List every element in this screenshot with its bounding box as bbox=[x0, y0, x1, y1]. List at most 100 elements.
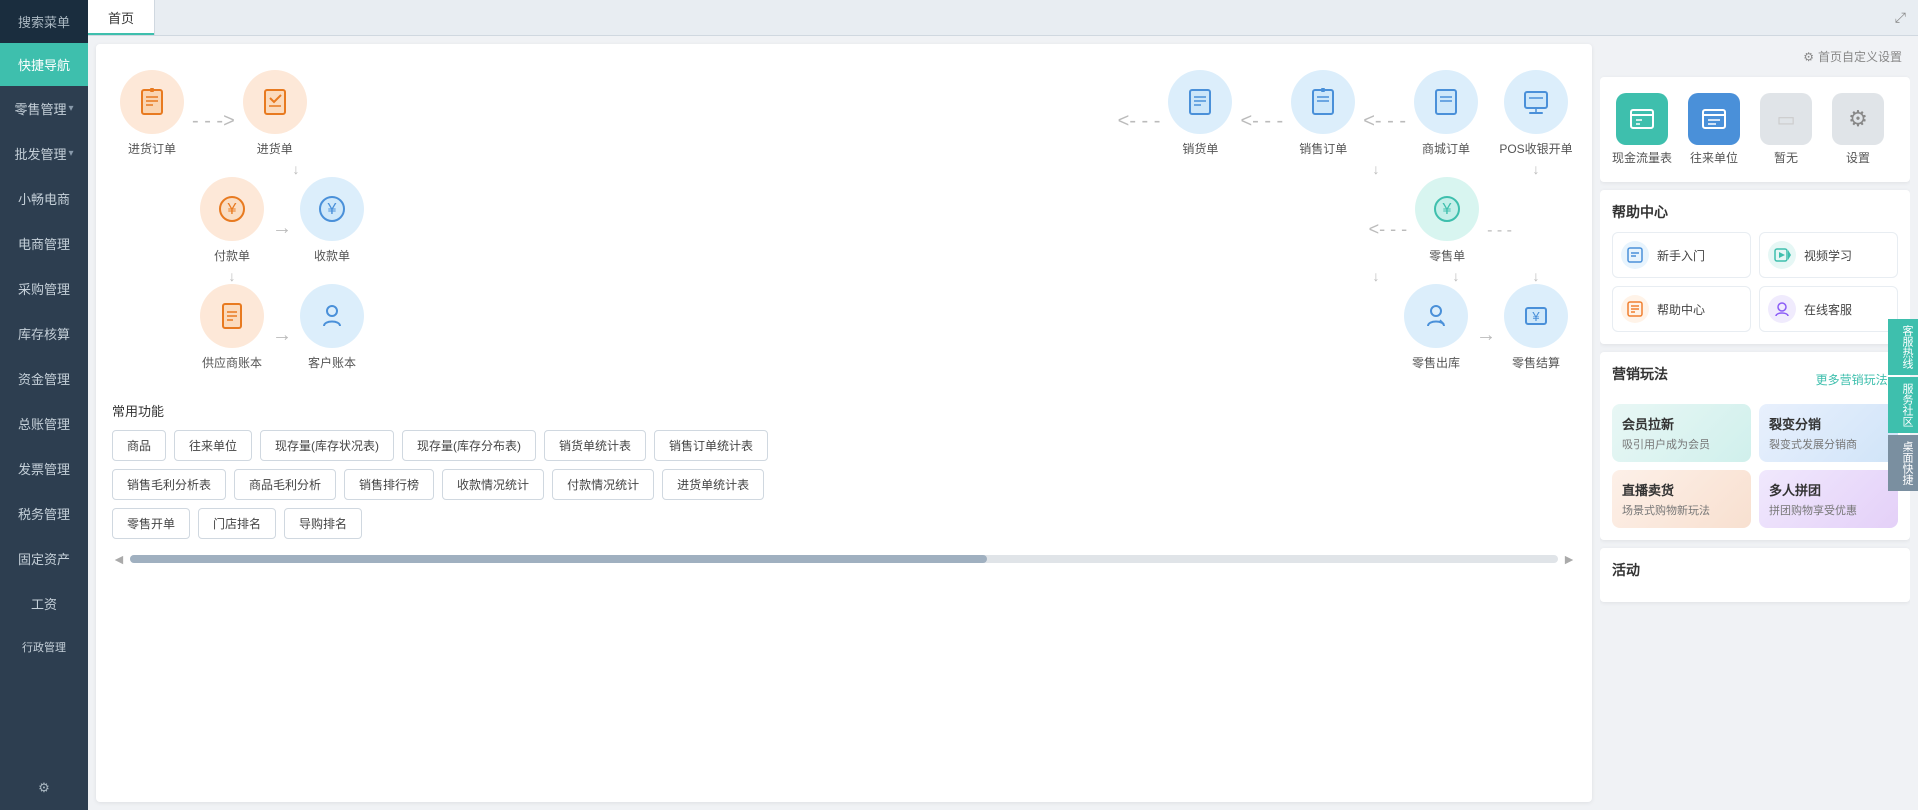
node-label-retail-settle: 零售结算 bbox=[1512, 354, 1560, 371]
help-icon-video bbox=[1768, 241, 1796, 269]
func-btn-goods[interactable]: 商品 bbox=[112, 430, 166, 461]
sidebar-gear-button[interactable]: ⚙ bbox=[0, 766, 88, 810]
help-icon-center bbox=[1621, 295, 1649, 323]
customize-bar[interactable]: ⚙ 首页自定义设置 bbox=[1600, 44, 1910, 69]
float-btn-hotline[interactable]: 客服热线 bbox=[1888, 319, 1918, 375]
sidebar-item-inventory[interactable]: 库存核算 bbox=[0, 311, 88, 356]
marketing-subtitle-group: 拼团购物享受优惠 bbox=[1769, 502, 1888, 518]
marketing-item-fission[interactable]: 裂变分销 裂变式发展分销商 bbox=[1759, 404, 1898, 462]
marketing-more-link[interactable]: 更多营销玩法 > bbox=[1816, 371, 1898, 388]
marketing-card: 营销玩法 更多营销玩法 > 会员拉新 吸引用户成为会员 裂变分销 裂变式发展分销… bbox=[1600, 352, 1910, 540]
float-btn-community[interactable]: 服务社区 bbox=[1888, 377, 1918, 433]
node-customer-book[interactable]: 客户账本 bbox=[292, 284, 372, 371]
func-btn-receipt-stat[interactable]: 收款情况统计 bbox=[442, 469, 544, 500]
help-icon-beginner bbox=[1621, 241, 1649, 269]
node-circle-sales-slip bbox=[1168, 70, 1232, 134]
node-circle-sales-order bbox=[1291, 70, 1355, 134]
func-btn-goods-profit[interactable]: 商品毛利分析 bbox=[234, 469, 336, 500]
func-btn-sales-rank[interactable]: 销售排行榜 bbox=[344, 469, 434, 500]
activity-title: 活动 bbox=[1612, 560, 1898, 580]
scroll-track[interactable] bbox=[130, 555, 1558, 563]
func-btn-retail-order[interactable]: 零售开单 bbox=[112, 508, 190, 539]
node-circle-payment: ¥ bbox=[200, 177, 264, 241]
help-item-beginner[interactable]: 新手入门 bbox=[1612, 232, 1751, 278]
sidebar-item-retail[interactable]: 零售管理 ▾ bbox=[0, 86, 88, 131]
tab-home[interactable]: 首页 bbox=[88, 0, 155, 35]
marketing-header: 营销玩法 更多营销玩法 > bbox=[1612, 364, 1898, 394]
node-sales-slip[interactable]: 销货单 bbox=[1160, 70, 1240, 157]
content-area: 进货订单 - - -> 进货单 <- - - bbox=[88, 36, 1918, 810]
node-purchase-order[interactable]: 进货订单 bbox=[112, 70, 192, 157]
func-btn-guide-rank[interactable]: 导购排名 bbox=[284, 508, 362, 539]
func-btn-purchase-stat[interactable]: 进货单统计表 bbox=[662, 469, 764, 500]
marketing-subtitle-member: 吸引用户成为会员 bbox=[1622, 436, 1741, 452]
marketing-item-group[interactable]: 多人拼团 拼团购物享受优惠 bbox=[1759, 470, 1898, 528]
help-item-center[interactable]: 帮助中心 bbox=[1612, 286, 1751, 332]
help-grid: 新手入门 视频学习 帮助中心 bbox=[1612, 232, 1898, 332]
node-label-supplier-book: 供应商账本 bbox=[202, 354, 262, 371]
float-btn-desktop[interactable]: 桌面快捷 bbox=[1888, 435, 1918, 491]
sidebar-item-ecommerce-small[interactable]: 小畅电商 bbox=[0, 176, 88, 221]
help-center-card: 帮助中心 新手入门 视频学习 bbox=[1600, 190, 1910, 344]
shortcut-label-cashflow: 现金流量表 bbox=[1612, 149, 1672, 166]
shortcut-label-none: 暂无 bbox=[1774, 149, 1798, 166]
sidebar-item-label-invoice: 发票管理 bbox=[18, 459, 70, 478]
shortcut-cashflow[interactable]: 现金流量表 bbox=[1612, 93, 1672, 166]
node-supplier-book[interactable]: 供应商账本 bbox=[192, 284, 272, 371]
dashed-right: - - - bbox=[1487, 222, 1512, 240]
func-btn-sales-profit[interactable]: 销售毛利分析表 bbox=[112, 469, 226, 500]
sidebar-item-ledger[interactable]: 总账管理 bbox=[0, 401, 88, 446]
func-btn-sales-order-stat[interactable]: 销售订单统计表 bbox=[654, 430, 768, 461]
sidebar-item-salary[interactable]: 工资 bbox=[0, 581, 88, 626]
fullscreen-button[interactable]: ⤢ bbox=[1883, 9, 1918, 26]
func-btn-payment-stat[interactable]: 付款情况统计 bbox=[552, 469, 654, 500]
marketing-item-live[interactable]: 直播卖货 场景式购物新玩法 bbox=[1612, 470, 1751, 528]
spacer-2 bbox=[176, 161, 256, 177]
sidebar-item-label-ecommerce-small: 小畅电商 bbox=[18, 189, 70, 208]
help-label-video: 视频学习 bbox=[1804, 247, 1852, 264]
node-sales-order[interactable]: 销售订单 bbox=[1283, 70, 1363, 157]
quick-nav-button[interactable]: 快捷导航 bbox=[0, 43, 88, 86]
node-purchase-slip[interactable]: 进货单 bbox=[235, 70, 315, 157]
shortcut-settings[interactable]: ⚙ 设置 bbox=[1828, 93, 1888, 166]
arrow-3: <- - - bbox=[1240, 110, 1283, 133]
chevron-down-icon: ▾ bbox=[68, 103, 73, 114]
node-label-payment: 付款单 bbox=[214, 247, 250, 264]
scroll-right-button[interactable]: ► bbox=[1562, 551, 1576, 567]
sidebar-item-invoice[interactable]: 发票管理 bbox=[0, 446, 88, 491]
func-btn-stock-dist[interactable]: 现存量(库存分布表) bbox=[402, 430, 536, 461]
node-retail-slip[interactable]: ¥ 零售单 bbox=[1407, 177, 1487, 264]
shortcut-none[interactable]: ▭ 暂无 bbox=[1756, 93, 1816, 166]
func-btn-partner[interactable]: 往来单位 bbox=[174, 430, 252, 461]
node-retail-out[interactable]: 零售出库 bbox=[1396, 284, 1476, 371]
marketing-title-live: 直播卖货 bbox=[1622, 480, 1741, 499]
node-pos[interactable]: POS收银开单 bbox=[1496, 70, 1576, 157]
sidebar-item-wholesale[interactable]: 批发管理 ▾ bbox=[0, 131, 88, 176]
node-receipt[interactable]: ¥ 收款单 bbox=[292, 177, 372, 264]
scroll-left-button[interactable]: ◄ bbox=[112, 551, 126, 567]
sidebar-item-ecommerce-mgmt[interactable]: 电商管理 bbox=[0, 221, 88, 266]
search-menu-button[interactable]: 搜索菜单 bbox=[0, 0, 88, 43]
help-item-video[interactable]: 视频学习 bbox=[1759, 232, 1898, 278]
func-btn-stock-status[interactable]: 现存量(库存状况表) bbox=[260, 430, 394, 461]
marketing-title: 营销玩法 bbox=[1612, 364, 1668, 384]
node-retail-settle[interactable]: ¥ 零售结算 bbox=[1496, 284, 1576, 371]
marketing-title-fission: 裂变分销 bbox=[1769, 414, 1888, 433]
sidebar-item-purchase[interactable]: 采购管理 bbox=[0, 266, 88, 311]
sidebar-item-admin[interactable]: 行政管理 bbox=[0, 626, 88, 668]
node-shop-order[interactable]: 商城订单 bbox=[1406, 70, 1486, 157]
sidebar-item-finance[interactable]: 资金管理 bbox=[0, 356, 88, 401]
help-item-service[interactable]: 在线客服 bbox=[1759, 286, 1898, 332]
func-btn-store-rank[interactable]: 门店排名 bbox=[198, 508, 276, 539]
func-row-3: 零售开单 门店排名 导购排名 bbox=[112, 508, 1576, 539]
node-payment[interactable]: ¥ 付款单 bbox=[192, 177, 272, 264]
shortcut-icon-partners bbox=[1688, 93, 1740, 145]
horizontal-scrollbar[interactable]: ◄ ► bbox=[112, 547, 1576, 571]
shortcut-partners[interactable]: 往来单位 bbox=[1684, 93, 1744, 166]
marketing-item-member[interactable]: 会员拉新 吸引用户成为会员 bbox=[1612, 404, 1751, 462]
func-btn-sales-stat[interactable]: 销货单统计表 bbox=[544, 430, 646, 461]
sidebar-item-tax[interactable]: 税务管理 bbox=[0, 491, 88, 536]
sidebar-item-assets[interactable]: 固定资产 bbox=[0, 536, 88, 581]
help-center-title: 帮助中心 bbox=[1612, 202, 1898, 222]
main-area: 首页 ⤢ 进货订单 - - -> bbox=[88, 0, 1918, 810]
